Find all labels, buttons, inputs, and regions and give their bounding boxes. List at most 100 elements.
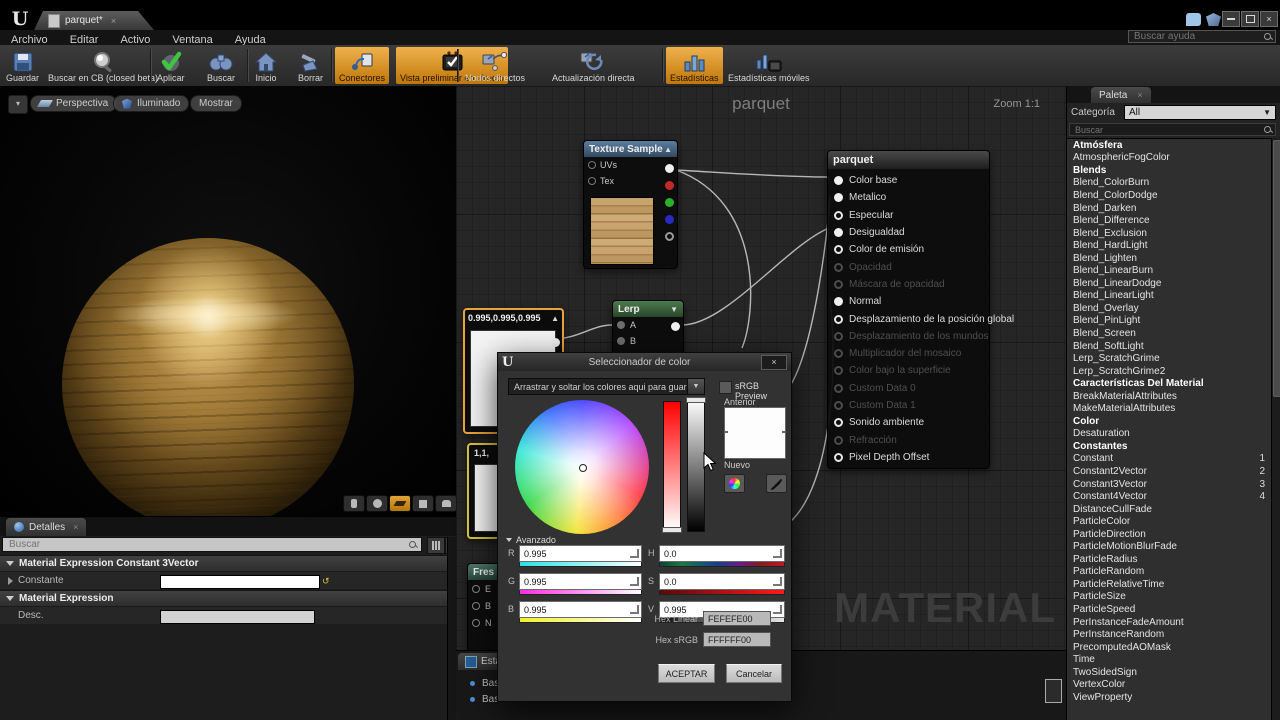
dialog-close-button[interactable]: × — [761, 354, 787, 370]
slider-spinner-icon[interactable] — [630, 577, 639, 586]
material-output-pin-row[interactable]: Desplazamiento de los mundos — [828, 328, 989, 345]
slider-gradient-strip[interactable] — [659, 590, 785, 595]
material-output-pin-row[interactable]: Máscara de opacidad — [828, 276, 989, 293]
slider-gradient-strip[interactable] — [519, 562, 642, 567]
close-button[interactable]: × — [1260, 11, 1278, 27]
saturation-slider[interactable] — [662, 401, 682, 533]
palette-item[interactable]: Blend_Screen — [1067, 327, 1271, 340]
b-output-pin[interactable] — [665, 215, 674, 224]
pin-icon[interactable] — [834, 314, 843, 324]
palette-item[interactable]: PerInstanceRandom — [1067, 628, 1271, 641]
save-button[interactable]: Guardar — [2, 47, 43, 84]
pin-icon[interactable] — [834, 435, 843, 445]
material-output-pin-row[interactable]: Color de emisión — [828, 241, 989, 258]
palette-item[interactable]: Lerp_ScratchGrime — [1067, 352, 1271, 365]
pin-icon[interactable] — [834, 210, 843, 220]
palette-item[interactable]: Constant 1 — [1067, 453, 1271, 466]
pin-icon[interactable] — [617, 321, 625, 329]
preview-shape-cylinder-button[interactable] — [343, 495, 365, 512]
asset-tab-parquet[interactable]: parquet* × — [34, 11, 154, 30]
pin-icon[interactable] — [472, 618, 480, 627]
pin-icon[interactable] — [834, 418, 843, 428]
node-input-row[interactable]: Tex — [584, 173, 677, 189]
palette-item[interactable]: Blend_Difference — [1067, 214, 1271, 227]
slider-gradient-strip[interactable] — [519, 590, 642, 595]
accept-button[interactable]: ACEPTAR — [658, 664, 715, 683]
color-slider[interactable]: R 0.995 — [508, 545, 642, 567]
preview-shape-mesh-button[interactable] — [435, 495, 456, 512]
live-nodes-button[interactable]: Nodos directos — [461, 47, 529, 84]
palette-item[interactable]: Time — [1067, 653, 1271, 666]
pin-icon[interactable] — [588, 177, 596, 185]
material-output-pin-row[interactable]: Color bajo la superficie — [828, 362, 989, 379]
help-search-box[interactable] — [1128, 30, 1276, 43]
material-output-pin-row[interactable]: Sonido ambiente — [828, 414, 989, 431]
material-output-pin-row[interactable]: Metalico — [828, 189, 989, 206]
material-output-pin-row[interactable]: Desplazamiento de la posición global — [828, 310, 1014, 327]
palette-item[interactable]: ParticleDirection — [1067, 528, 1271, 541]
material-output-pin-row[interactable]: Opacidad — [828, 258, 989, 275]
palette-item[interactable]: ParticleSpeed — [1067, 603, 1271, 616]
palette-search-input[interactable] — [1073, 123, 1264, 136]
palette-item[interactable]: Constant3Vector 3 — [1067, 478, 1271, 491]
slider-value-field[interactable]: 0.0 — [659, 545, 785, 562]
stats-button[interactable]: Estadísticas — [666, 47, 723, 84]
column-view-button[interactable] — [427, 537, 445, 554]
feedback-bubble-icon[interactable] — [1186, 13, 1201, 26]
scrollbar-thumb[interactable] — [1273, 140, 1280, 397]
perspective-button[interactable]: Perspectiva — [30, 95, 118, 112]
palette-item[interactable]: ParticleColor — [1067, 515, 1271, 528]
palette-item[interactable]: MakeMaterialAttributes — [1067, 402, 1271, 415]
material-output-pin-row[interactable]: Pixel Depth Offset — [828, 449, 989, 466]
color-wheel-marker[interactable] — [579, 464, 587, 472]
hex-linear-input[interactable]: FEFEFE00 — [703, 611, 771, 626]
stats-scroll-box[interactable] — [1045, 679, 1062, 703]
cancel-button[interactable]: Cancelar — [726, 664, 782, 683]
material-output-pin-row[interactable]: Custom Data 1 — [828, 397, 989, 414]
slider-spinner-icon[interactable] — [630, 549, 639, 558]
color-wheel-mode-button[interactable] — [724, 474, 745, 493]
advanced-expander[interactable]: Avanzado — [506, 535, 556, 545]
search-cb-button[interactable]: Buscar en CB (closed beta) — [44, 47, 162, 84]
palette-item[interactable]: VertexColor — [1067, 679, 1271, 692]
color-slider[interactable]: G 0.995 — [508, 573, 642, 595]
slider-spinner-icon[interactable] — [773, 605, 782, 614]
palette-search-box[interactable] — [1069, 123, 1276, 136]
palette-item[interactable]: Blend_Lighten — [1067, 252, 1271, 265]
home-button[interactable]: Inicio — [250, 47, 282, 84]
palette-item[interactable]: Blend_LinearBurn — [1067, 264, 1271, 277]
palette-item[interactable]: PrecomputedAOMask — [1067, 641, 1271, 654]
palette-item[interactable]: Blend_Darken — [1067, 202, 1271, 215]
palette-item[interactable]: Blend_Overlay — [1067, 302, 1271, 315]
pin-icon[interactable] — [588, 161, 596, 169]
pin-icon[interactable] — [834, 383, 843, 393]
color-slider[interactable]: H 0.0 — [648, 545, 785, 567]
lerp-node[interactable]: Lerp ▼ A B — [612, 300, 684, 356]
collapse-arrow-icon[interactable]: ▲ — [551, 314, 559, 323]
palette-item[interactable]: ParticleRandom — [1067, 566, 1271, 579]
palette-item[interactable]: Blend_Exclusion — [1067, 227, 1271, 240]
pin-icon[interactable] — [834, 245, 843, 255]
pin-icon[interactable] — [472, 584, 480, 593]
material-output-pin-row[interactable]: Normal — [828, 293, 989, 310]
palette-item[interactable]: Constant4Vector 4 — [1067, 490, 1271, 503]
slider-value-field[interactable]: 0.995 — [519, 573, 642, 590]
palette-item[interactable]: Desaturation — [1067, 428, 1271, 441]
parquet-material-node[interactable]: parquet Color base Metalico Especular De… — [827, 150, 1014, 469]
material-preview-viewport[interactable]: ▾ Perspectiva Iluminado Mostrar y — [0, 86, 456, 516]
preview-shape-sphere-button[interactable] — [366, 495, 388, 512]
pin-icon[interactable] — [834, 297, 843, 307]
reset-to-default-icon[interactable]: ↺ — [322, 576, 330, 586]
preview-shape-cube-button[interactable] — [412, 495, 434, 512]
connectors-button[interactable]: Conectores — [335, 47, 390, 84]
mobile-stats-button[interactable]: Estadísticas móviles — [724, 47, 814, 84]
apply-button[interactable]: Aplicar — [153, 47, 189, 84]
hex-srgb-input[interactable]: FFFFFF00 — [703, 632, 771, 647]
palette-item[interactable]: Blend_LinearLight — [1067, 290, 1271, 303]
desc-input[interactable] — [160, 610, 315, 624]
palette-item[interactable]: Atmósfera — [1067, 139, 1271, 152]
material-output-pin-row[interactable]: Custom Data 0 — [828, 380, 989, 397]
clean-button[interactable]: Borrar — [294, 47, 327, 84]
marketplace-cube-icon[interactable] — [1206, 13, 1221, 26]
output-pin[interactable] — [671, 322, 680, 331]
